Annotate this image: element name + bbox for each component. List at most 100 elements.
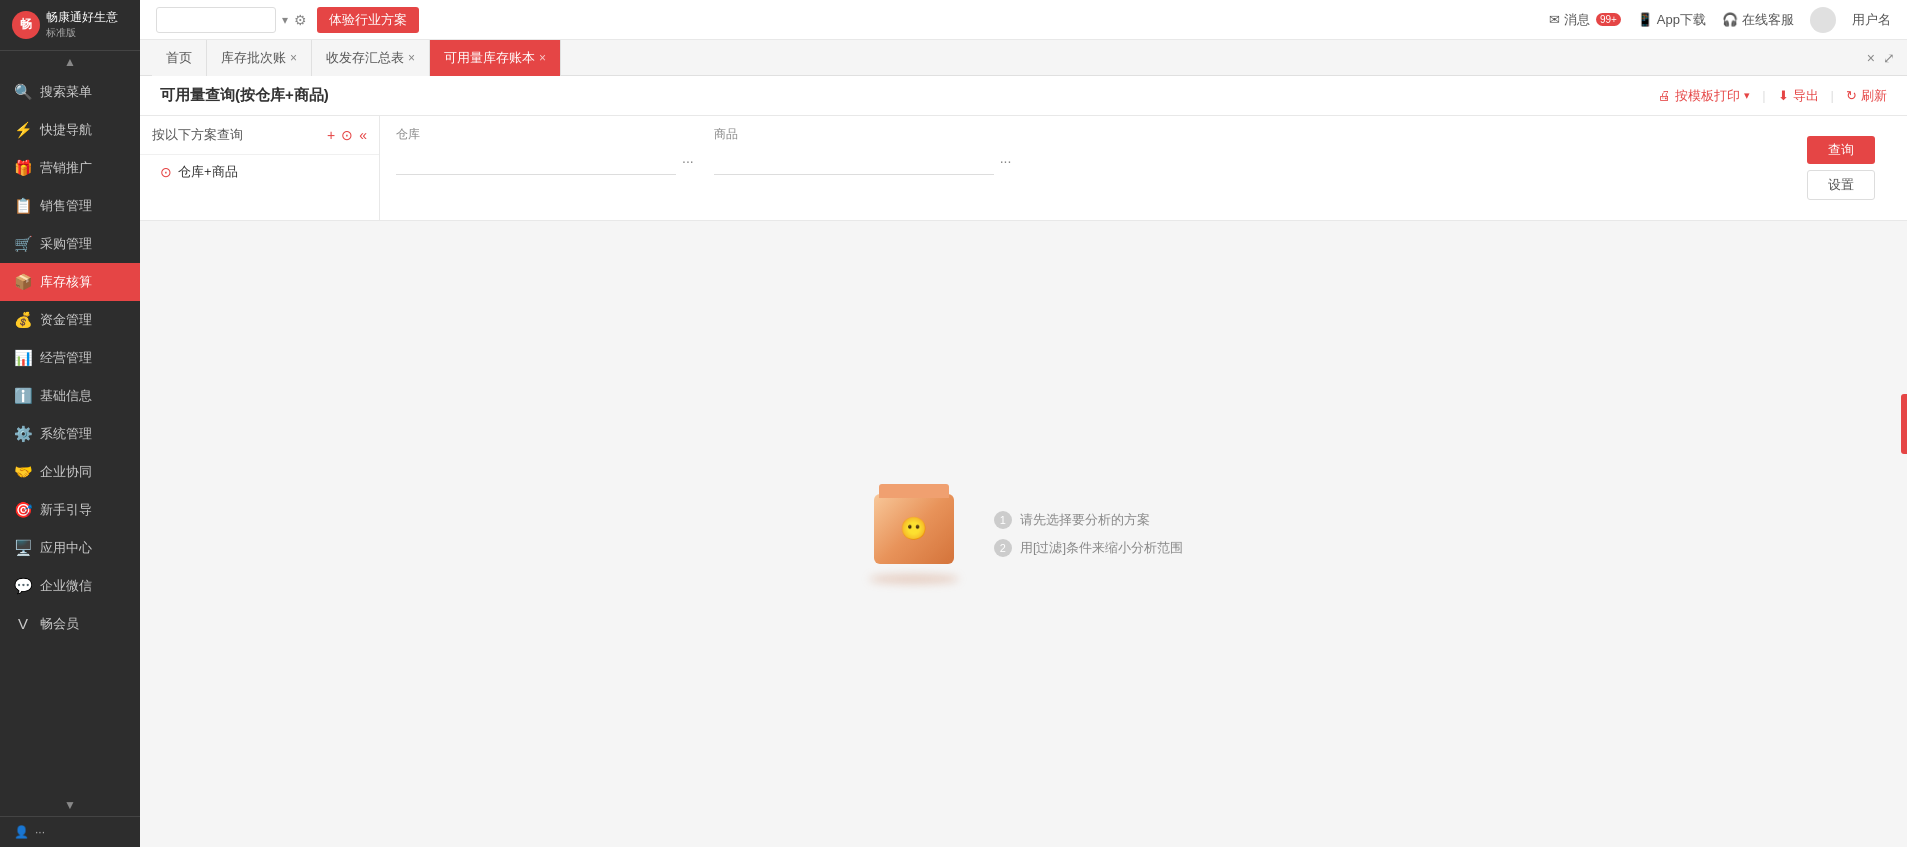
app-download-label: App下载 <box>1657 11 1706 29</box>
query-panel: 按以下方案查询 + ⊙ « ⊙ 仓库+商品 仓库 <box>140 116 1907 221</box>
tab-batch-ledger-close[interactable]: × <box>290 51 297 65</box>
print-button[interactable]: 🖨 按模板打印 ▾ <box>1658 87 1750 105</box>
app-download-button[interactable]: 📱 App下载 <box>1637 11 1706 29</box>
sidebar-item-sales[interactable]: 📋 销售管理 <box>0 187 140 225</box>
tab-expand-button[interactable]: ⤢ <box>1883 50 1895 66</box>
settings-button[interactable]: 设置 <box>1807 170 1875 200</box>
sidebar-item-enterprise-collab[interactable]: 🤝 企业协同 <box>0 453 140 491</box>
sidebar: 畅 畅康通好生意 标准版 ▲ 🔍 搜索菜单 ⚡ 快捷导航 🎁 营销推广 📋 销售… <box>0 0 140 847</box>
refresh-button[interactable]: ↻ 刷新 <box>1846 87 1887 105</box>
warehouse-filter-input[interactable] <box>396 147 676 175</box>
wechat-icon: 💬 <box>14 577 32 595</box>
topbar: ▾ ⚙ 体验行业方案 ✉ 消息 99+ 📱 App下载 🎧 在线客服 用户名 <box>140 0 1907 40</box>
sidebar-item-inventory[interactable]: 📦 库存核算 <box>0 263 140 301</box>
industry-solution-button[interactable]: 体验行业方案 <box>317 7 419 33</box>
topbar-username: 用户名 <box>1852 11 1891 29</box>
sidebar-logo: 畅 畅康通好生意 标准版 <box>0 0 140 51</box>
empty-hint-2: 2 用[过滤]条件来缩小分析范围 <box>994 539 1183 557</box>
tab-available-qty-close[interactable]: × <box>539 51 546 65</box>
tab-close-all-button[interactable]: × <box>1867 50 1875 66</box>
message-icon: ✉ <box>1549 12 1560 27</box>
refresh-icon: ↻ <box>1846 88 1857 103</box>
sidebar-item-onboarding[interactable]: 🎯 新手引导 <box>0 491 140 529</box>
scheme-item-warehouse-product[interactable]: ⊙ 仓库+商品 <box>140 155 379 189</box>
empty-hint-1: 1 请先选择要分析的方案 <box>994 511 1183 529</box>
sidebar-item-system[interactable]: ⚙️ 系统管理 <box>0 415 140 453</box>
product-filter-more-button[interactable]: ··· <box>1000 153 1012 169</box>
sidebar-item-basic-info[interactable]: ℹ️ 基础信息 <box>0 377 140 415</box>
sidebar-item-app-center[interactable]: 🖥️ 应用中心 <box>0 529 140 567</box>
print-dropdown-arrow[interactable]: ▾ <box>1744 89 1750 102</box>
download-icon: 📱 <box>1637 12 1653 27</box>
warehouse-filter-row: ··· <box>396 147 694 175</box>
product-filter-input[interactable] <box>714 147 994 175</box>
scheme-item-label: 仓库+商品 <box>178 163 238 181</box>
sidebar-item-finance[interactable]: 💰 资金管理 <box>0 301 140 339</box>
sidebar-item-label: 搜索菜单 <box>40 83 92 101</box>
filter-area: 仓库 ··· 商品 ··· 查询 设置 <box>380 116 1907 220</box>
product-filter-row: ··· <box>714 147 1012 175</box>
tab-stock-summary-label: 收发存汇总表 <box>326 49 404 67</box>
tab-available-qty[interactable]: 可用量库存账本 × <box>430 40 561 76</box>
sidebar-scroll-down[interactable]: ▼ <box>0 794 140 816</box>
topbar-search-area: ▾ ⚙ <box>156 7 307 33</box>
sidebar-item-members[interactable]: V 畅会员 <box>0 605 140 643</box>
info-icon: ℹ️ <box>14 387 32 405</box>
sidebar-nav: 🔍 搜索菜单 ⚡ 快捷导航 🎁 营销推广 📋 销售管理 🛒 采购管理 📦 库存核… <box>0 73 140 794</box>
sidebar-item-label: 基础信息 <box>40 387 92 405</box>
gear-icon: ⚙️ <box>14 425 32 443</box>
refresh-label: 刷新 <box>1861 87 1887 105</box>
message-button[interactable]: ✉ 消息 99+ <box>1549 11 1621 29</box>
sidebar-item-label: 企业协同 <box>40 463 92 481</box>
app-badge: 标准版 <box>46 26 118 40</box>
sidebar-item-label: 快捷导航 <box>40 121 92 139</box>
search-icon: 🔍 <box>14 83 32 101</box>
sidebar-item-operations[interactable]: 📊 经营管理 <box>0 339 140 377</box>
warehouse-filter-label: 仓库 <box>396 126 694 143</box>
product-filter-group: 商品 ··· <box>714 126 1012 175</box>
main-area: ▾ ⚙ 体验行业方案 ✉ 消息 99+ 📱 App下载 🎧 在线客服 用户名 <box>140 0 1907 847</box>
topbar-settings-icon[interactable]: ⚙ <box>294 12 307 28</box>
sidebar-item-label: 企业微信 <box>40 577 92 595</box>
sidebar-item-label: 畅会员 <box>40 615 79 633</box>
scheme-collapse-button[interactable]: « <box>359 127 367 143</box>
sidebar-item-enterprise-wechat[interactable]: 💬 企业微信 <box>0 567 140 605</box>
scheme-settings-button[interactable]: ⊙ <box>341 127 353 143</box>
warehouse-filter-more-button[interactable]: ··· <box>682 153 694 169</box>
tab-stock-summary[interactable]: 收发存汇总表 × <box>312 40 430 76</box>
online-service-button[interactable]: 🎧 在线客服 <box>1722 11 1794 29</box>
gift-icon: 🎁 <box>14 159 32 177</box>
operations-icon: 📊 <box>14 349 32 367</box>
sidebar-user-area[interactable]: 👤 ··· <box>0 816 140 847</box>
export-label: 导出 <box>1793 87 1819 105</box>
tab-stock-summary-close[interactable]: × <box>408 51 415 65</box>
product-filter-label: 商品 <box>714 126 1012 143</box>
handshake-icon: 🤝 <box>14 463 32 481</box>
user-avatar[interactable] <box>1810 7 1836 33</box>
query-button[interactable]: 查询 <box>1807 136 1875 164</box>
right-scroll-bar[interactable] <box>1901 394 1907 454</box>
online-service-label: 在线客服 <box>1742 11 1794 29</box>
scheme-add-button[interactable]: + <box>327 127 335 143</box>
scheme-panel-title: 按以下方案查询 <box>152 126 243 144</box>
app-logo-icon: 畅 <box>12 11 40 39</box>
apps-icon: 🖥️ <box>14 539 32 557</box>
user-icon: 👤 <box>14 825 29 839</box>
scheme-panel-header: 按以下方案查询 + ⊙ « <box>140 116 379 155</box>
tab-home[interactable]: 首页 <box>152 40 207 76</box>
tab-available-qty-label: 可用量库存账本 <box>444 49 535 67</box>
topbar-dropdown-arrow[interactable]: ▾ <box>282 13 288 27</box>
topbar-search-input[interactable] <box>156 7 276 33</box>
sidebar-item-label: 新手引导 <box>40 501 92 519</box>
tab-batch-ledger[interactable]: 库存批次账 × <box>207 40 312 76</box>
purchase-icon: 🛒 <box>14 235 32 253</box>
sidebar-scroll-up[interactable]: ▲ <box>0 51 140 73</box>
sidebar-item-search[interactable]: 🔍 搜索菜单 <box>0 73 140 111</box>
sidebar-item-label: 资金管理 <box>40 311 92 329</box>
sidebar-item-marketing[interactable]: 🎁 营销推广 <box>0 149 140 187</box>
scheme-panel-header-actions: + ⊙ « <box>327 127 367 143</box>
sidebar-item-quick-nav[interactable]: ⚡ 快捷导航 <box>0 111 140 149</box>
export-button[interactable]: ⬇ 导出 <box>1778 87 1819 105</box>
sidebar-item-purchase[interactable]: 🛒 采购管理 <box>0 225 140 263</box>
sidebar-item-label: 采购管理 <box>40 235 92 253</box>
